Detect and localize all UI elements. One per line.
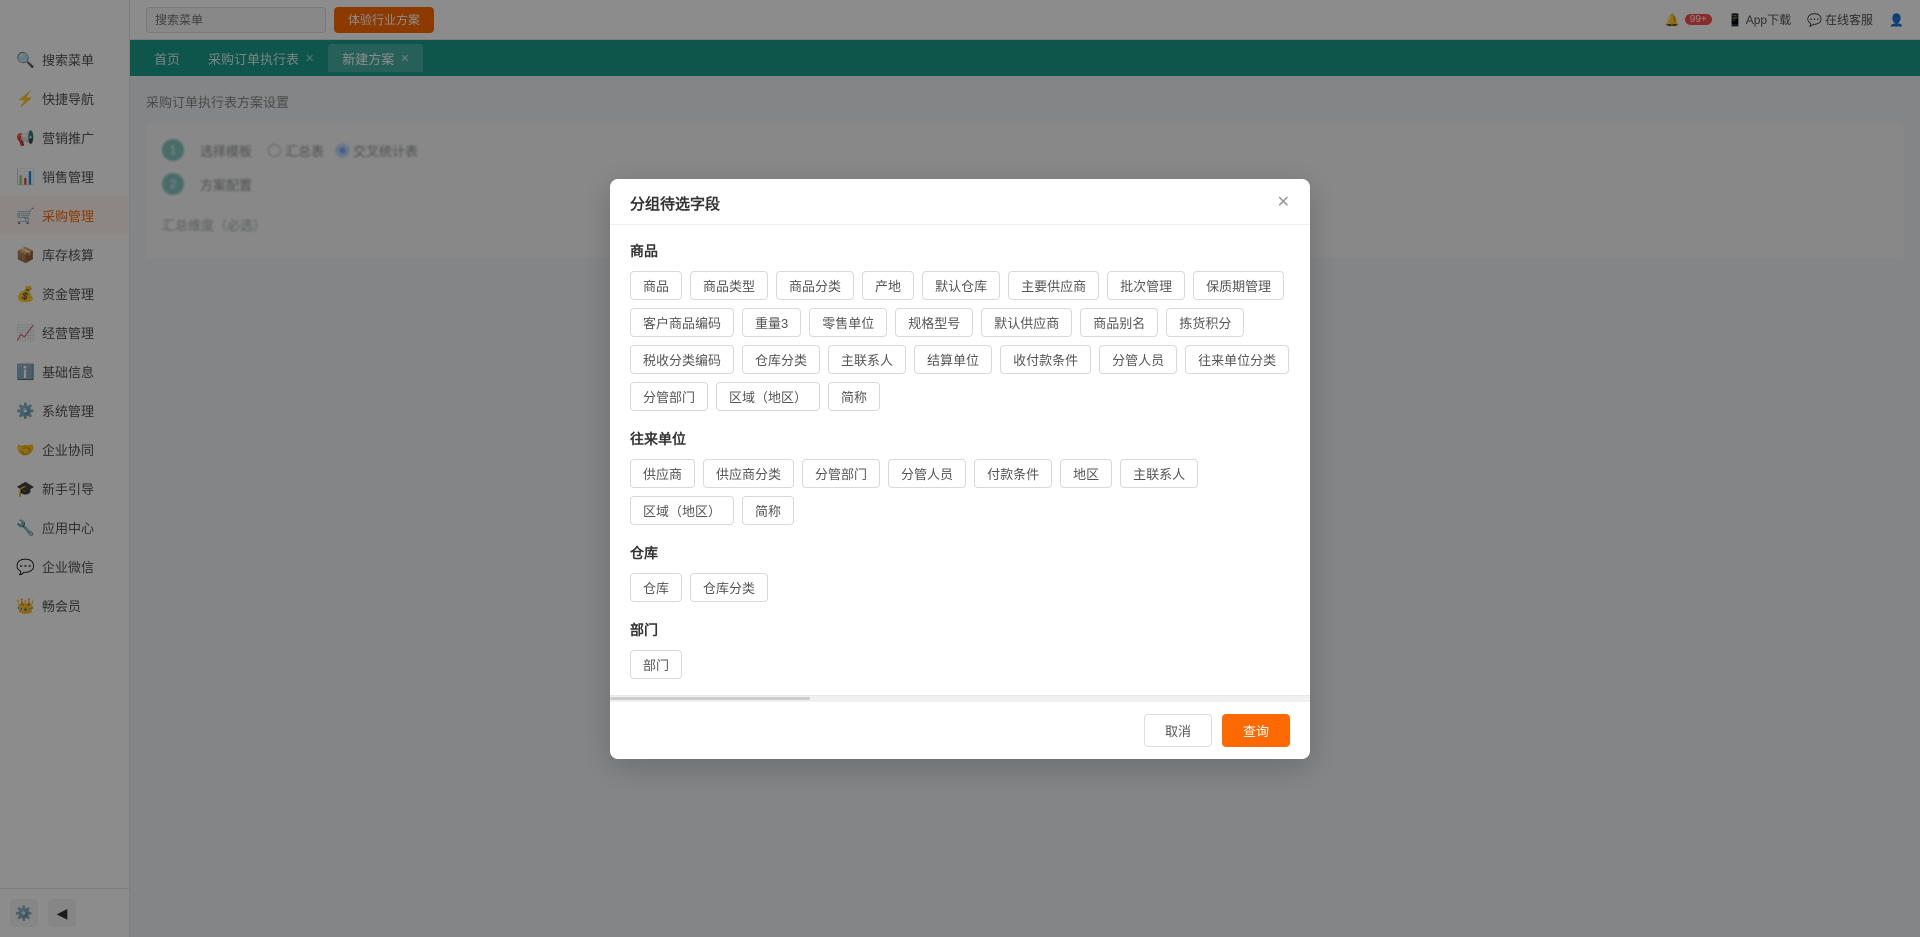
section-warehouse: 仓库 仓库 仓库分类: [630, 543, 1290, 602]
field-tag-warehouse-category[interactable]: 仓库分类: [742, 345, 820, 374]
section-warehouse-title: 仓库: [630, 543, 1290, 563]
section-dept: 部门 部门: [630, 620, 1290, 679]
modal-close-btn[interactable]: ✕: [1277, 195, 1290, 211]
field-tag-main-contact[interactable]: 主联系人: [828, 345, 906, 374]
field-tag-batch-mgmt[interactable]: 批次管理: [1107, 271, 1185, 300]
modal-confirm-btn[interactable]: 查询: [1222, 714, 1290, 747]
field-tag-dept[interactable]: 部门: [630, 650, 682, 679]
field-tag-retail-unit[interactable]: 零售单位: [809, 308, 887, 337]
section-goods: 商品 商品 商品类型 商品分类 产地 默认仓库 主要供应商 批次管理 保质期管理…: [630, 241, 1290, 411]
section-dept-tags: 部门: [630, 650, 1290, 679]
field-tag-region-goods[interactable]: 区域（地区）: [716, 382, 820, 411]
field-tag-default-warehouse[interactable]: 默认仓库: [922, 271, 1000, 300]
field-tag-short-name-goods[interactable]: 简称: [828, 382, 880, 411]
field-tag-goods-type[interactable]: 商品类型: [690, 271, 768, 300]
field-tag-main-supplier[interactable]: 主要供应商: [1008, 271, 1099, 300]
field-tag-warehouse-cat[interactable]: 仓库分类: [690, 573, 768, 602]
modal-horizontal-scrollbar[interactable]: [610, 695, 1310, 701]
field-tag-supplier[interactable]: 供应商: [630, 459, 695, 488]
field-tag-partner-short[interactable]: 简称: [742, 496, 794, 525]
section-partner: 往来单位 供应商 供应商分类 分管部门 分管人员 付款条件 地区 主联系人 区域…: [630, 429, 1290, 525]
modal-cancel-btn[interactable]: 取消: [1144, 714, 1212, 747]
field-tag-spec-model[interactable]: 规格型号: [895, 308, 973, 337]
field-tag-settlement-unit[interactable]: 结算单位: [914, 345, 992, 374]
field-tag-tax-code[interactable]: 税收分类编码: [630, 345, 734, 374]
field-tag-goods-category[interactable]: 商品分类: [776, 271, 854, 300]
field-tag-goods[interactable]: 商品: [630, 271, 682, 300]
field-tag-pick-points[interactable]: 拣货积分: [1166, 308, 1244, 337]
field-tag-partner-manager[interactable]: 分管人员: [888, 459, 966, 488]
section-goods-tags: 商品 商品类型 商品分类 产地 默认仓库 主要供应商 批次管理 保质期管理 客户…: [630, 271, 1290, 411]
field-tag-manager[interactable]: 分管人员: [1099, 345, 1177, 374]
field-tag-partner-payment[interactable]: 付款条件: [974, 459, 1052, 488]
field-tag-weight3[interactable]: 重量3: [742, 308, 801, 337]
modal-body: 商品 商品 商品类型 商品分类 产地 默认仓库 主要供应商 批次管理 保质期管理…: [610, 225, 1310, 695]
field-tag-origin[interactable]: 产地: [862, 271, 914, 300]
modal-header: 分组待选字段 ✕: [610, 179, 1310, 225]
field-tag-partner-area[interactable]: 区域（地区）: [630, 496, 734, 525]
field-selection-modal: 分组待选字段 ✕ 商品 商品 商品类型 商品分类 产地 默认仓库 主要供应商 批…: [610, 179, 1310, 759]
field-tag-partner-category[interactable]: 往来单位分类: [1185, 345, 1289, 374]
field-tag-customer-code[interactable]: 客户商品编码: [630, 308, 734, 337]
section-partner-title: 往来单位: [630, 429, 1290, 449]
field-tag-partner-region[interactable]: 地区: [1060, 459, 1112, 488]
field-tag-expiry-mgmt[interactable]: 保质期管理: [1193, 271, 1284, 300]
modal-overlay: 分组待选字段 ✕ 商品 商品 商品类型 商品分类 产地 默认仓库 主要供应商 批…: [0, 0, 1920, 937]
field-tag-payment-terms[interactable]: 收付款条件: [1000, 345, 1091, 374]
section-warehouse-tags: 仓库 仓库分类: [630, 573, 1290, 602]
field-tag-dept-manager[interactable]: 分管部门: [630, 382, 708, 411]
field-tag-partner-contact[interactable]: 主联系人: [1120, 459, 1198, 488]
section-partner-tags: 供应商 供应商分类 分管部门 分管人员 付款条件 地区 主联系人 区域（地区） …: [630, 459, 1290, 525]
section-dept-title: 部门: [630, 620, 1290, 640]
field-tag-supplier-category[interactable]: 供应商分类: [703, 459, 794, 488]
modal-footer: 取消 查询: [610, 701, 1310, 759]
field-tag-warehouse[interactable]: 仓库: [630, 573, 682, 602]
field-tag-default-supplier[interactable]: 默认供应商: [981, 308, 1072, 337]
modal-hscroll-thumb: [610, 697, 810, 700]
section-goods-title: 商品: [630, 241, 1290, 261]
field-tag-goods-alias[interactable]: 商品别名: [1080, 308, 1158, 337]
modal-title: 分组待选字段: [630, 193, 720, 214]
field-tag-partner-dept[interactable]: 分管部门: [802, 459, 880, 488]
